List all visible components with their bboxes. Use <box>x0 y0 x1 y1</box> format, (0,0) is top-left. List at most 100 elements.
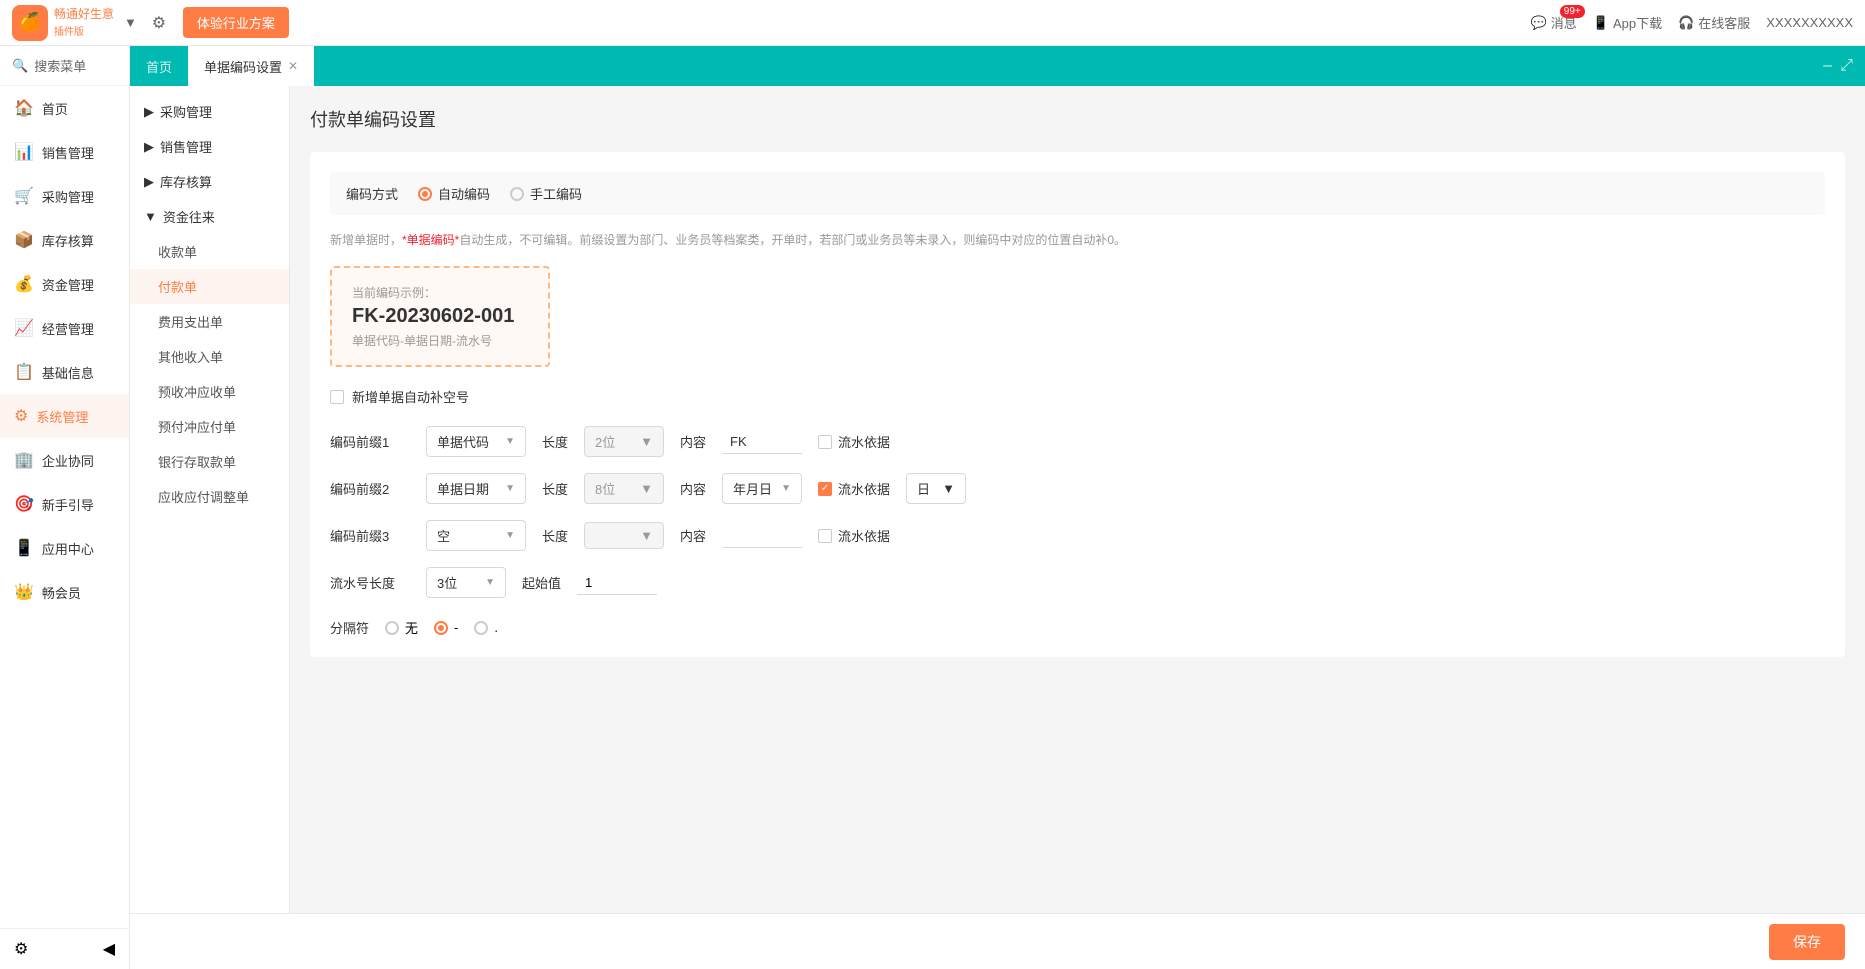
prefix2-watermark[interactable]: ✓ 流水依据 <box>818 479 890 498</box>
member-icon: 👑 <box>14 582 34 602</box>
trial-button[interactable]: 体验行业方案 <box>183 7 289 38</box>
prefix2-select-arrow: ▼ <box>505 483 515 494</box>
preview-label: 当前编码示例： <box>352 284 528 301</box>
sep-dash-radio[interactable]: - <box>434 620 458 635</box>
prefix2-length-select: 8位 ▼ <box>584 473 664 504</box>
serial-length-value: 3位 <box>437 573 457 592</box>
prefix3-length-label: 长度 <box>542 526 568 545</box>
purchase-icon: 🛒 <box>14 186 34 206</box>
prefix1-content-input[interactable] <box>722 430 802 454</box>
tab-home-label: 首页 <box>146 57 172 76</box>
submenu-funds-label: 资金往来 <box>163 207 215 226</box>
operation-icon: 📈 <box>14 318 34 338</box>
sidebar-item-system[interactable]: ⚙ 系统管理 <box>0 394 129 438</box>
sidebar-item-label-appcenter: 应用中心 <box>42 539 94 558</box>
auto-code-radio[interactable]: 自动编码 <box>418 184 490 203</box>
preview-code: FK-20230602-001 <box>352 305 528 328</box>
sidebar-item-member[interactable]: 👑 畅会员 <box>0 570 129 614</box>
content-with-submenu: ▶ 采购管理 ▶ 销售管理 ▶ 库存核算 <box>130 86 1865 913</box>
serial-length-select[interactable]: 3位 ▼ <box>426 567 506 598</box>
manual-code-label: 手工编码 <box>530 184 582 203</box>
message-button[interactable]: 💬 消息 99+ <box>1531 13 1577 32</box>
sub-menu-group-funds: ▼ 资金往来 收款单 付款单 费用支出单 其他收入单 预收冲应收单 预付冲应付单… <box>130 199 289 514</box>
submenu-item-prepay-pay[interactable]: 预付冲应付单 <box>130 409 289 444</box>
sidebar-item-inventory[interactable]: 📦 库存核算 <box>0 218 129 262</box>
start-value-input[interactable] <box>577 571 657 595</box>
prefix2-day-select[interactable]: 日 ▼ <box>906 473 966 504</box>
sidebar-collapse-icon[interactable]: ◀ <box>103 939 115 959</box>
sub-menu-group-inventory-header[interactable]: ▶ 库存核算 <box>130 164 289 199</box>
sep-dash-label: - <box>454 620 458 635</box>
save-button[interactable]: 保存 <box>1769 924 1845 960</box>
sidebar-item-home[interactable]: 🏠 首页 <box>0 86 129 130</box>
sep-none-radio[interactable]: 无 <box>385 618 418 637</box>
submenu-sales-arrow: ▶ <box>144 139 154 155</box>
sidebar-item-label-home: 首页 <box>42 99 68 118</box>
tab-close-icon[interactable]: ✕ <box>288 59 298 73</box>
submenu-item-expense[interactable]: 费用支出单 <box>130 304 289 339</box>
sidebar-item-basic[interactable]: 📋 基础信息 <box>0 350 129 394</box>
sub-menu-group-purchase: ▶ 采购管理 <box>130 94 289 129</box>
prefix1-select-value: 单据代码 <box>437 432 489 451</box>
user-name[interactable]: XXXXXXXXXX <box>1766 15 1853 30</box>
sidebar-item-enterprise[interactable]: 🏢 企业协同 <box>0 438 129 482</box>
tab-home[interactable]: 首页 <box>130 46 188 86</box>
sidebar-item-finance[interactable]: 💰 资金管理 <box>0 262 129 306</box>
sub-menu-group-purchase-header[interactable]: ▶ 采购管理 <box>130 94 289 129</box>
auto-fill-checkbox[interactable] <box>330 390 344 404</box>
prefix2-length-arrow: ▼ <box>640 481 653 496</box>
prefix3-length-arrow: ▼ <box>640 528 653 543</box>
submenu-item-bank-deposit[interactable]: 银行存取款单 <box>130 444 289 479</box>
prefix3-content-input[interactable] <box>722 524 802 548</box>
sep-none-dot <box>385 621 399 635</box>
nav-dropdown[interactable]: ▼ <box>124 15 137 30</box>
sidebar-item-label-basic: 基础信息 <box>42 363 94 382</box>
inventory-icon: 📦 <box>14 230 34 250</box>
sep-dash-dot <box>434 621 448 635</box>
submenu-item-other-income[interactable]: 其他收入单 <box>130 339 289 374</box>
system-icon: ⚙ <box>14 406 28 426</box>
sep-dot-label: . <box>494 620 498 635</box>
prefix3-select[interactable]: 空 ▼ <box>426 520 526 551</box>
settings-icon[interactable]: ⚙ <box>14 939 28 959</box>
prefix3-watermark-cb[interactable] <box>818 529 832 543</box>
prefix1-row: 编码前缀1 单据代码 ▼ 长度 2位 ▼ 内容 <box>330 426 1825 457</box>
submenu-item-receivable-adjust[interactable]: 应收应付调整单 <box>130 479 289 514</box>
sub-menu-group-sales-header[interactable]: ▶ 销售管理 <box>130 129 289 164</box>
prefix2-content-arrow: ▼ <box>781 483 791 494</box>
sub-menu-group-funds-header[interactable]: ▼ 资金往来 <box>130 199 289 234</box>
prefix2-content-select[interactable]: 年月日 ▼ <box>722 473 802 504</box>
sidebar-item-guide[interactable]: 🎯 新手引导 <box>0 482 129 526</box>
download-label: App下载 <box>1613 13 1662 32</box>
submenu-item-payment[interactable]: 付款单 <box>130 269 289 304</box>
sidebar-item-label-system: 系统管理 <box>36 407 88 426</box>
sidebar-item-label-inventory: 库存核算 <box>42 231 94 250</box>
separator-label: 分隔符 <box>330 618 369 637</box>
submenu-item-receipt[interactable]: 收款单 <box>130 234 289 269</box>
sidebar-item-operation[interactable]: 📈 经营管理 <box>0 306 129 350</box>
tab-serial-code-label: 单据编码设置 <box>204 57 282 76</box>
prefix1-length-value: 2位 <box>595 432 615 451</box>
prefix1-watermark-cb[interactable] <box>818 435 832 449</box>
tab-minimize-icon[interactable]: – <box>1823 57 1832 75</box>
submenu-item-prepay-receive[interactable]: 预收冲应收单 <box>130 374 289 409</box>
submenu-inventory-arrow: ▶ <box>144 174 154 190</box>
download-button[interactable]: 📱 App下载 <box>1593 13 1662 32</box>
service-button[interactable]: 🎧 在线客服 <box>1678 13 1750 32</box>
sep-dot-radio[interactable]: . <box>474 620 498 635</box>
sidebar-search[interactable]: 🔍 搜索菜单 <box>0 46 129 86</box>
prefix2-watermark-cb[interactable]: ✓ <box>818 482 832 496</box>
prefix3-watermark[interactable]: 流水依据 <box>818 526 890 545</box>
manual-code-radio[interactable]: 手工编码 <box>510 184 582 203</box>
app-sub: 插件版 <box>54 23 114 38</box>
prefix1-select-arrow: ▼ <box>505 436 515 447</box>
tab-maximize-icon[interactable]: ⤢ <box>1840 57 1853 75</box>
sidebar-item-sales[interactable]: 📊 销售管理 <box>0 130 129 174</box>
sidebar-item-purchase[interactable]: 🛒 采购管理 <box>0 174 129 218</box>
prefix1-watermark[interactable]: 流水依据 <box>818 432 890 451</box>
sidebar-item-appcenter[interactable]: 📱 应用中心 <box>0 526 129 570</box>
gear-button[interactable]: ⚙ <box>145 9 173 37</box>
tab-serial-code[interactable]: 单据编码设置 ✕ <box>188 46 314 86</box>
prefix1-select[interactable]: 单据代码 ▼ <box>426 426 526 457</box>
prefix2-select[interactable]: 单据日期 ▼ <box>426 473 526 504</box>
